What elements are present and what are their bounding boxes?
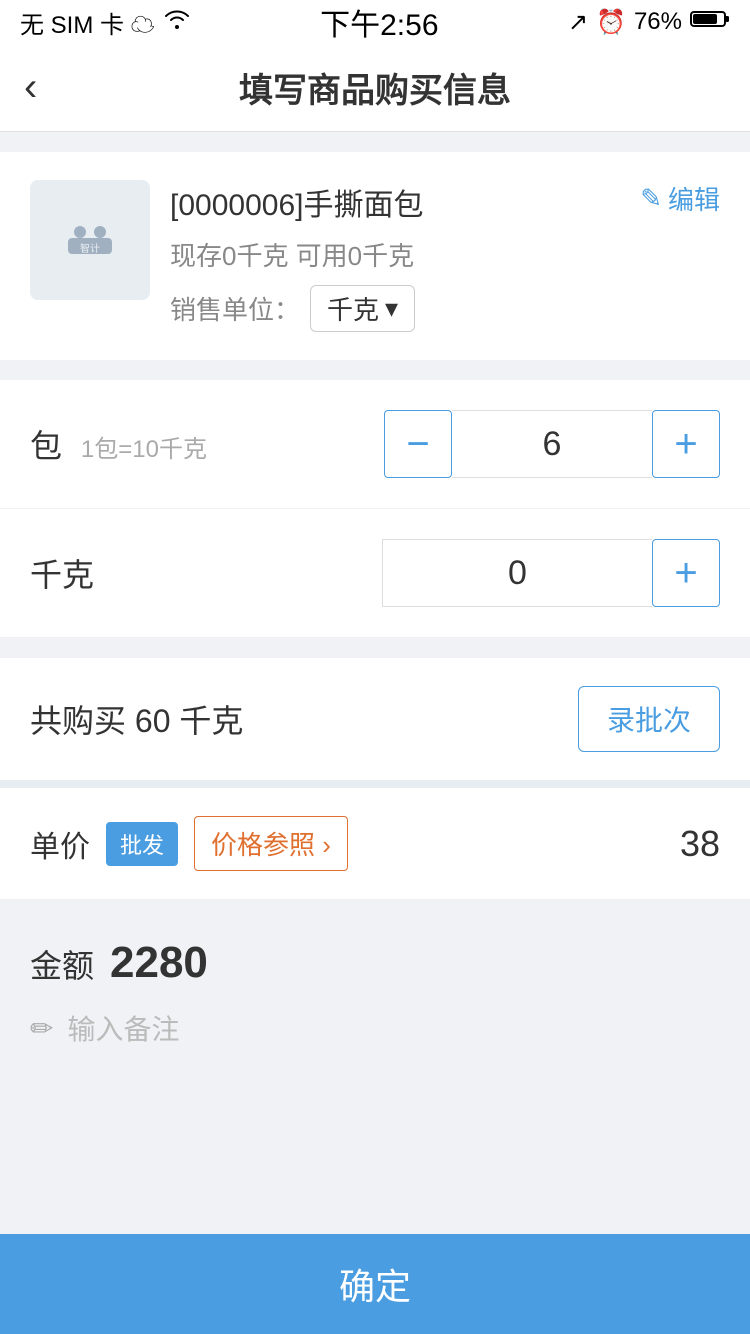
product-stock: 现存0千克 可用0千克 [170, 236, 720, 273]
nav-bar: ‹ 填写商品购买信息 [0, 44, 750, 132]
bao-controls: − + [384, 410, 720, 478]
status-time: 下午2:56 [320, 0, 438, 44]
price-label: 单价 [30, 822, 90, 866]
unit-select[interactable]: 千克 ▾ [310, 285, 415, 332]
kg-row: 千克 + [0, 509, 750, 638]
svg-text:智计: 智计 [80, 242, 100, 255]
product-name: [0000006]手撕面包 [170, 180, 423, 224]
bao-minus-button[interactable]: − [384, 410, 452, 478]
price-value: 38 [680, 823, 720, 865]
kg-plus-button[interactable]: + [652, 539, 720, 607]
wifi-icon [163, 8, 191, 36]
remark-row[interactable]: ✏ 输入备注 [30, 1008, 720, 1068]
status-left: 无 SIM 卡 ☁ [20, 5, 191, 40]
bao-plus-button[interactable]: + [652, 410, 720, 478]
product-card: 智计 [0000006]手撕面包 ✎ 编辑 现存0千克 可用0千克 销售单位： … [0, 152, 750, 360]
amount-label: 金额 [30, 941, 94, 987]
amount-row: 金额 2280 [30, 928, 720, 1008]
edit-icon: ✎ [640, 183, 662, 214]
kg-label: 千克 [30, 550, 382, 596]
price-tag-button[interactable]: 批发 [106, 822, 178, 866]
back-button[interactable]: ‹ [24, 65, 37, 110]
product-info: [0000006]手撕面包 ✎ 编辑 现存0千克 可用0千克 销售单位： 千克 … [170, 180, 720, 332]
edit-button[interactable]: ✎ 编辑 [640, 180, 720, 217]
price-section: 单价 批发 价格参照 › 38 [0, 788, 750, 900]
price-ref-button[interactable]: 价格参照 › [194, 816, 348, 871]
battery-icon [690, 8, 730, 36]
total-row: 共购买 60 千克 录批次 [0, 658, 750, 788]
amount-value: 2280 [110, 938, 208, 988]
product-image: 智计 [30, 180, 150, 300]
location-icon: ↗ [568, 8, 588, 37]
sim-label: 无 SIM 卡 ☁ [20, 5, 155, 40]
kg-input[interactable] [382, 539, 652, 607]
product-unit: 销售单位： 千克 ▾ [170, 285, 720, 332]
bao-hint: 1包=10千克 [81, 436, 207, 463]
chevron-down-icon: ▾ [385, 293, 398, 324]
alarm-icon: ⏰ [596, 8, 626, 37]
batch-button[interactable]: 录批次 [578, 686, 720, 752]
status-bar: 无 SIM 卡 ☁ 下午2:56 ↗ ⏰ 76% [0, 0, 750, 44]
quantity-section: 包 1包=10千克 − + 千克 + [0, 380, 750, 638]
bao-label: 包 1包=10千克 [30, 421, 384, 467]
pencil-icon: ✏ [30, 1012, 53, 1045]
remark-placeholder: 输入备注 [67, 1008, 179, 1048]
bao-input[interactable] [452, 410, 652, 478]
total-text: 共购买 60 千克 [30, 696, 243, 742]
kg-controls: + [382, 539, 720, 607]
amount-section: 金额 2280 ✏ 输入备注 [0, 900, 750, 1068]
confirm-button[interactable]: 确定 [0, 1234, 750, 1334]
bao-row: 包 1包=10千克 − + [0, 380, 750, 509]
battery-label: 76% [634, 8, 682, 36]
status-right: ↗ ⏰ 76% [568, 8, 730, 37]
page-title: 填写商品购买信息 [239, 63, 511, 112]
